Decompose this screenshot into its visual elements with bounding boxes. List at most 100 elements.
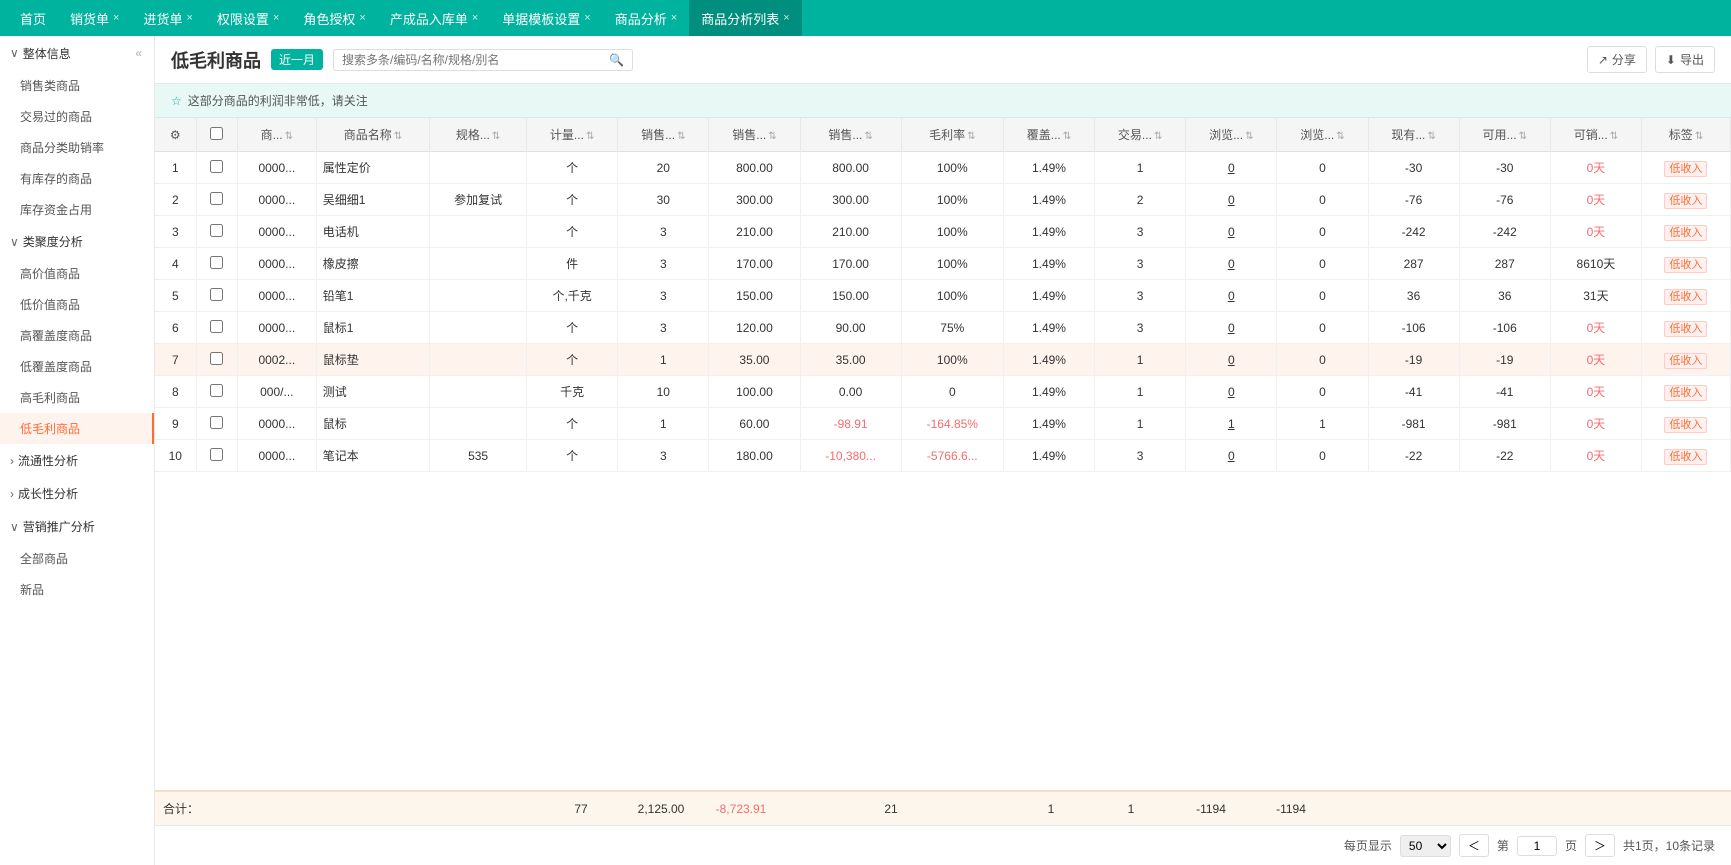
row-checkbox[interactable] [210,192,223,205]
row-checkbox[interactable] [210,224,223,237]
row-checkbox[interactable] [210,384,223,397]
th-settings[interactable]: ⚙ [155,118,196,152]
cell-browse1[interactable]: 1 [1186,408,1277,440]
sidebar-group-marketing[interactable]: ∨ 营销推广分析 [0,510,154,543]
cell-browse1[interactable]: 0 [1186,344,1277,376]
th-spec[interactable]: 规格...⇅ [430,118,527,152]
page-size-select[interactable]: 50 100 200 [1400,835,1451,857]
table-row: 1 0000... 属性定价 个 20 800.00 800.00 100% 1… [155,152,1731,184]
th-browse1[interactable]: 浏览...⇅ [1186,118,1277,152]
cell-check[interactable] [196,408,237,440]
sidebar-item-high-value[interactable]: 高价值商品 [0,258,154,289]
cell-check[interactable] [196,344,237,376]
cell-check[interactable] [196,440,237,472]
cell-check[interactable] [196,216,237,248]
settings-icon[interactable]: ⚙ [170,128,181,142]
nav-analysis-list-close[interactable]: × [783,12,789,24]
th-unit[interactable]: 计量...⇅ [527,118,618,152]
cell-tag: 低收入 [1641,312,1730,344]
export-button[interactable]: ⬇ 导出 [1655,46,1715,73]
th-coverage[interactable]: 覆盖...⇅ [1003,118,1094,152]
cell-check[interactable] [196,248,237,280]
search-icon[interactable]: 🔍 [609,53,624,67]
th-code[interactable]: 商...⇅ [237,118,316,152]
cell-browse1[interactable]: 0 [1186,152,1277,184]
sidebar-item-low-margin[interactable]: 低毛利商品 [0,413,154,444]
nav-permissions[interactable]: 权限设置 × [205,0,291,36]
cell-check[interactable] [196,376,237,408]
page-input[interactable] [1517,836,1557,856]
th-trade[interactable]: 交易...⇅ [1095,118,1186,152]
cell-browse1[interactable]: 0 [1186,376,1277,408]
nav-roles[interactable]: 角色授权 × [291,0,377,36]
row-checkbox[interactable] [210,416,223,429]
nav-roles-close[interactable]: × [359,12,365,24]
cell-browse1[interactable]: 0 [1186,184,1277,216]
th-tag[interactable]: 标签⇅ [1641,118,1730,152]
sidebar-item-low-coverage[interactable]: 低覆盖度商品 [0,351,154,382]
sidebar-collapse-btn[interactable]: « [133,44,144,62]
nav-home[interactable]: 首页 [8,0,58,36]
th-browse2[interactable]: 浏览...⇅ [1277,118,1368,152]
row-checkbox[interactable] [210,256,223,269]
th-saleable[interactable]: 可销...⇅ [1550,118,1641,152]
th-price[interactable]: 销售...⇅ [709,118,800,152]
sidebar-item-sales-goods[interactable]: 销售类商品 [0,70,154,101]
nav-templates[interactable]: 单据模板设置 × [490,0,602,36]
sidebar-item-high-coverage[interactable]: 高覆盖度商品 [0,320,154,351]
sidebar-item-new-goods[interactable]: 新品 [0,574,154,605]
sidebar-item-category-rate[interactable]: 商品分类助销率 [0,132,154,163]
nav-purchase-close[interactable]: × [186,12,192,24]
nav-analysis[interactable]: 商品分析 × [603,0,689,36]
nav-sales-close[interactable]: × [113,12,119,24]
next-page-button[interactable]: ＞ [1585,834,1615,857]
sidebar-item-high-margin[interactable]: 高毛利商品 [0,382,154,413]
cell-qty: 3 [618,216,709,248]
cell-browse1[interactable]: 0 [1186,312,1277,344]
prev-page-button[interactable]: ＜ [1459,834,1489,857]
share-button[interactable]: ↗ 分享 [1587,46,1647,73]
export-icon: ⬇ [1666,53,1676,67]
select-all-checkbox[interactable] [210,127,223,140]
cell-check[interactable] [196,312,237,344]
cell-browse1[interactable]: 0 [1186,440,1277,472]
cell-browse1[interactable]: 0 [1186,216,1277,248]
th-check[interactable] [196,118,237,152]
cell-check[interactable] [196,152,237,184]
row-checkbox[interactable] [210,288,223,301]
cell-profit: 100% [901,248,1003,280]
nav-products[interactable]: 产成品入库单 × [378,0,490,36]
row-checkbox[interactable] [210,448,223,461]
th-stock[interactable]: 现有...⇅ [1368,118,1459,152]
cell-check[interactable] [196,280,237,312]
cell-browse1[interactable]: 0 [1186,280,1277,312]
sidebar-item-all-goods[interactable]: 全部商品 [0,543,154,574]
nav-analysis-close[interactable]: × [671,12,677,24]
sidebar-group-cluster[interactable]: ∨ 类聚度分析 [0,225,154,258]
th-margin[interactable]: 毛利率⇅ [901,118,1003,152]
sidebar-group-liquidity[interactable]: › 流通性分析 [0,444,154,477]
nav-purchase[interactable]: 进货单 × [131,0,204,36]
cell-check[interactable] [196,184,237,216]
cell-browse1[interactable]: 0 [1186,248,1277,280]
search-input[interactable] [342,53,605,67]
sidebar-group-overall[interactable]: ∨ 整体信息 « [0,36,154,70]
nav-templates-close[interactable]: × [584,12,590,24]
row-checkbox[interactable] [210,352,223,365]
row-checkbox[interactable] [210,160,223,173]
sidebar-item-stock-capital[interactable]: 库存资金占用 [0,194,154,225]
th-name[interactable]: 商品名称⇅ [316,118,429,152]
th-sales[interactable]: 销售...⇅ [800,118,901,152]
sidebar-item-low-value[interactable]: 低价值商品 [0,289,154,320]
date-badge[interactable]: 近一月 [271,49,323,70]
nav-products-close[interactable]: × [472,12,478,24]
sidebar-item-stocked-goods[interactable]: 有库存的商品 [0,163,154,194]
th-qty[interactable]: 销售...⇅ [618,118,709,152]
sidebar-item-traded-goods[interactable]: 交易过的商品 [0,101,154,132]
sidebar-group-growth[interactable]: › 成长性分析 [0,477,154,510]
nav-analysis-list[interactable]: 商品分析列表 × [689,0,801,36]
nav-sales[interactable]: 销货单 × [58,0,131,36]
row-checkbox[interactable] [210,320,223,333]
th-avail[interactable]: 可用...⇅ [1459,118,1550,152]
nav-permissions-close[interactable]: × [273,12,279,24]
